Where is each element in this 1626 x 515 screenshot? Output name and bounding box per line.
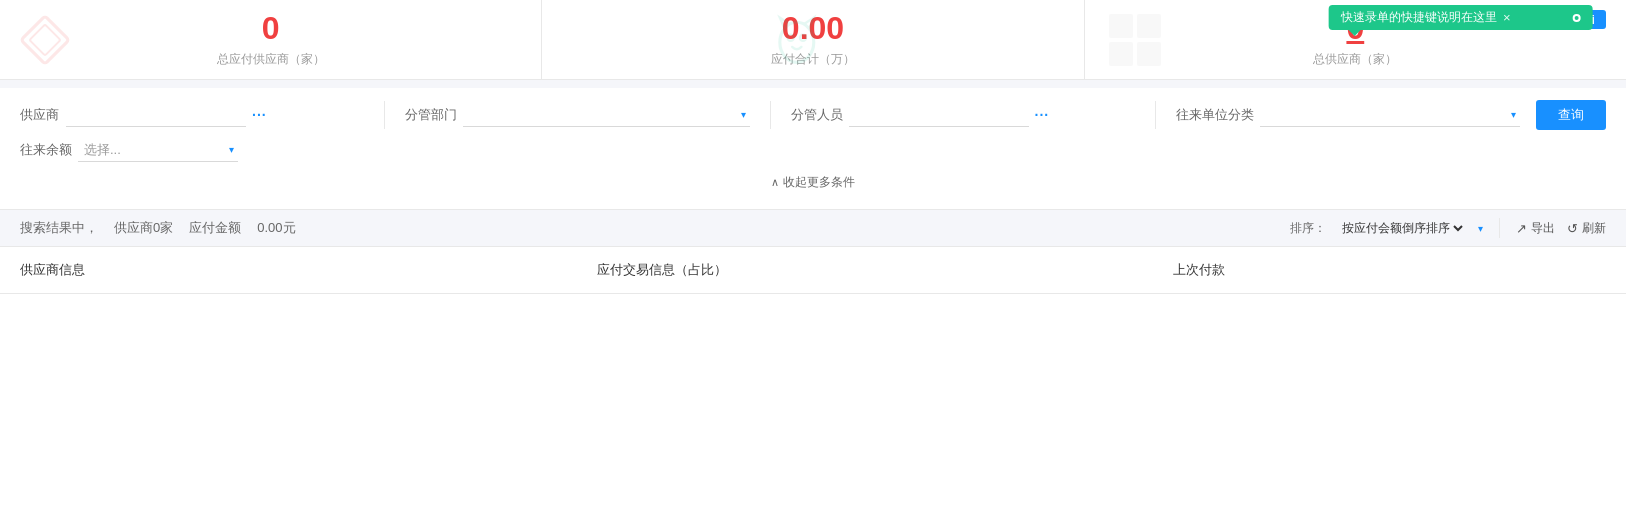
filter-area: 供应商 ··· 分管部门 ▾ 分管人员 ··· 往来单位分类 xyxy=(0,88,1626,210)
tooltip-close-btn[interactable]: × xyxy=(1503,10,1511,25)
divider-2 xyxy=(770,101,771,129)
supplier-input[interactable] xyxy=(66,103,246,127)
diamond-watermark-icon xyxy=(20,15,70,65)
manager-input[interactable] xyxy=(849,103,1029,127)
tooltip-line xyxy=(1519,17,1559,18)
sort-label: 排序： xyxy=(1290,220,1326,237)
divider-result xyxy=(1499,218,1500,238)
sort-select[interactable]: 按应付会额倒序排序 xyxy=(1338,220,1466,236)
tooltip-dot xyxy=(1573,14,1581,22)
unit-class-select[interactable] xyxy=(1260,103,1520,126)
sort-arrow-icon: ▾ xyxy=(1478,223,1483,234)
col-header-supplier: 供应商信息 xyxy=(20,261,597,279)
svg-rect-8 xyxy=(1137,42,1161,66)
balance-select-wrap: 选择... ▾ xyxy=(78,138,238,162)
department-label: 分管部门 xyxy=(405,106,457,124)
divider-3 xyxy=(1155,101,1156,129)
balance-label: 往来余额 xyxy=(20,141,72,159)
refresh-icon: ↺ xyxy=(1567,221,1578,236)
stat-total-payable-suppliers: 0 总应付供应商（家） xyxy=(0,0,542,79)
table-body xyxy=(0,294,1626,515)
collapse-row: ∧ 收起更多条件 xyxy=(20,170,1606,201)
col-header-transaction: 应付交易信息（占比） xyxy=(597,261,1174,279)
ghost-cat-watermark-icon xyxy=(770,13,824,67)
manager-label: 分管人员 xyxy=(791,106,843,124)
export-icon: ↗ xyxy=(1516,221,1527,236)
result-left: 搜索结果中， 供应商0家 应付金额 0.00元 xyxy=(20,219,296,237)
svg-rect-7 xyxy=(1109,42,1133,66)
manager-more-btn[interactable]: ··· xyxy=(1035,107,1050,123)
svg-rect-0 xyxy=(21,15,69,63)
balance-select[interactable]: 选择... xyxy=(78,138,238,161)
result-payable-value: 0.00元 xyxy=(257,219,295,237)
refresh-label: 刷新 xyxy=(1582,220,1606,237)
supplier-label: 供应商 xyxy=(20,106,60,124)
result-right: 排序： 按应付会额倒序排序 ▾ ↗ 导出 ↺ 刷新 xyxy=(1290,218,1606,238)
tooltip-text: 快速录单的快捷键说明在这里 xyxy=(1341,9,1497,26)
export-label: 导出 xyxy=(1531,220,1555,237)
result-supplier-count: 供应商0家 xyxy=(114,219,173,237)
collapse-btn-label: 收起更多条件 xyxy=(783,174,855,191)
svg-point-4 xyxy=(800,34,806,40)
filter-row-2: 往来余额 选择... ▾ xyxy=(20,138,1606,162)
total-suppliers-label: 总供应商（家） xyxy=(1313,51,1397,68)
quick-entry-tooltip[interactable]: 快速录单的快捷键说明在这里 × xyxy=(1329,5,1593,30)
refresh-button[interactable]: ↺ 刷新 xyxy=(1567,220,1606,237)
filter-balance: 往来余额 选择... ▾ xyxy=(20,138,1606,162)
svg-rect-1 xyxy=(29,24,60,55)
svg-point-2 xyxy=(780,22,814,62)
filter-supplier: 供应商 ··· xyxy=(20,103,364,127)
stat-total-suppliers: 快速录单的快捷键说明在这里 × 0 总供应商（家） Ai xyxy=(1085,0,1626,79)
filter-row-1: 供应商 ··· 分管部门 ▾ 分管人员 ··· 往来单位分类 xyxy=(20,100,1606,130)
divider-1 xyxy=(384,101,385,129)
filter-manager: 分管人员 ··· xyxy=(791,103,1135,127)
query-button[interactable]: 查询 xyxy=(1536,100,1606,130)
grid-watermark-icon xyxy=(1105,10,1165,70)
result-payable-label: 应付金额 xyxy=(189,219,241,237)
chevron-up-icon: ∧ xyxy=(771,176,779,189)
unit-class-label: 往来单位分类 xyxy=(1176,106,1254,124)
unit-class-select-wrap: ▾ xyxy=(1260,103,1520,127)
export-button[interactable]: ↗ 导出 xyxy=(1516,220,1555,237)
stat-payable-total: 0.00 应付合计（万） xyxy=(542,0,1084,79)
result-prefix: 搜索结果中， xyxy=(20,219,98,237)
table-header: 供应商信息 应付交易信息（占比） 上次付款 xyxy=(0,247,1626,294)
svg-rect-5 xyxy=(1109,14,1133,38)
supplier-more-btn[interactable]: ··· xyxy=(252,107,267,123)
svg-point-3 xyxy=(788,34,794,40)
department-select[interactable] xyxy=(463,103,749,126)
filter-department: 分管部门 ▾ xyxy=(405,103,749,127)
svg-rect-6 xyxy=(1137,14,1161,38)
total-payable-suppliers-label: 总应付供应商（家） xyxy=(217,51,325,68)
total-payable-suppliers-number: 0 xyxy=(262,11,280,46)
col-header-lastpay: 上次付款 xyxy=(1173,261,1606,279)
stats-bar: 0 总应付供应商（家） 0.00 应付合计（万） 快速录单的快捷键说明在这里 × xyxy=(0,0,1626,80)
collapse-btn[interactable]: ∧ 收起更多条件 xyxy=(771,174,855,191)
department-select-wrap: ▾ xyxy=(463,103,749,127)
result-bar: 搜索结果中， 供应商0家 应付金额 0.00元 排序： 按应付会额倒序排序 ▾ … xyxy=(0,210,1626,247)
filter-unit-class: 往来单位分类 ▾ xyxy=(1176,103,1520,127)
